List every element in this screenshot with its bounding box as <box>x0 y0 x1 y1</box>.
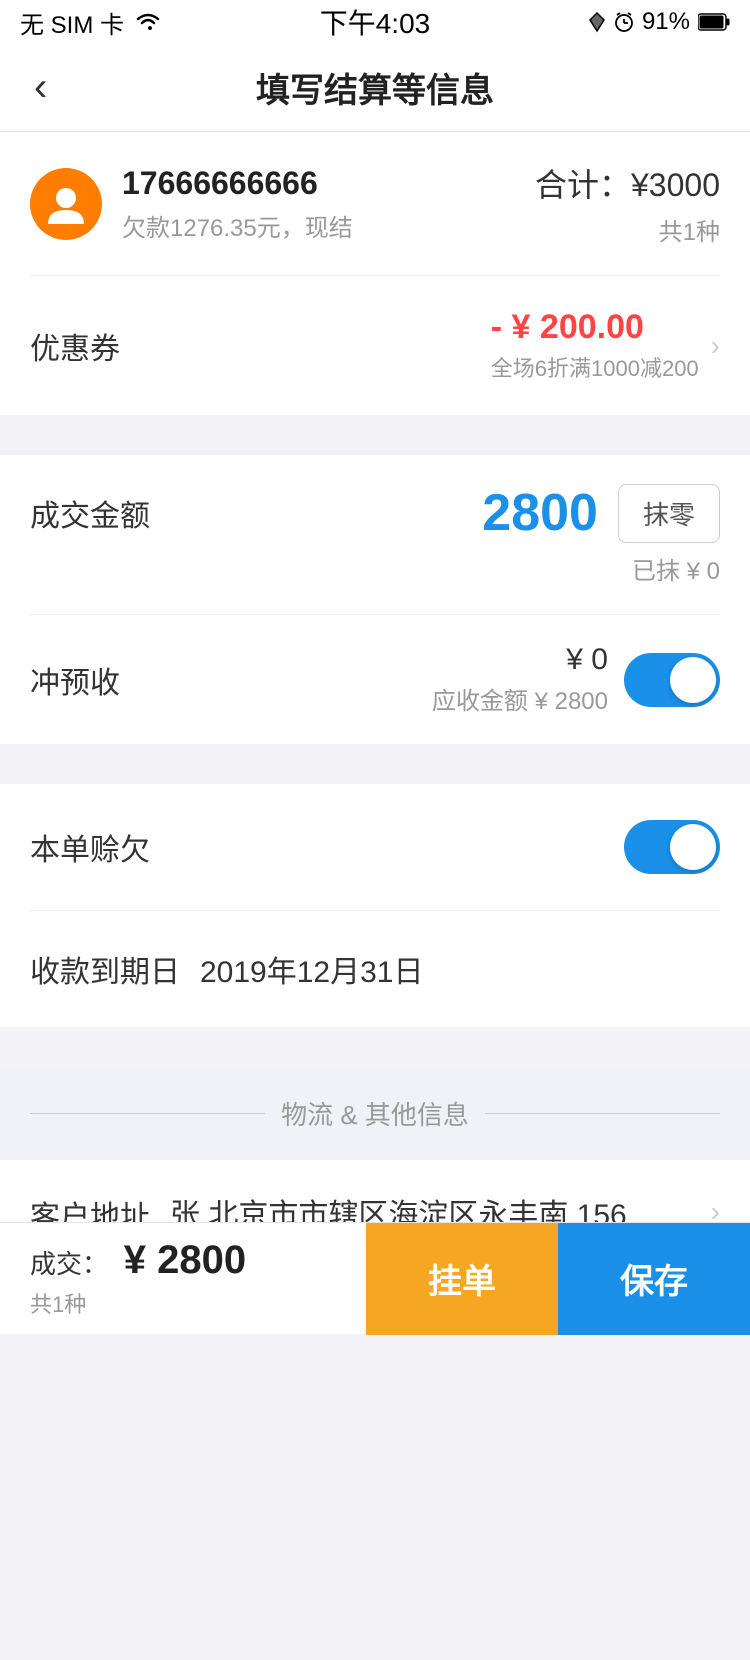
total-count: 共1种 <box>535 212 720 247</box>
bottom-total-line1: 成交： ¥ 2800 <box>30 1238 336 1283</box>
coupon-row[interactable]: 优惠券 - ¥ 200.00 全场6折满1000减200 › <box>0 276 750 415</box>
chong-sub: 应收金额 ¥ 2800 <box>432 681 608 716</box>
coupon-chevron-icon: › <box>711 330 720 362</box>
bottom-deal-label: 成交： <box>30 1249 108 1279</box>
nav-bar: ‹ 填写结算等信息 <box>0 44 750 132</box>
gray-sep-1 <box>0 435 750 455</box>
bottom-count: 共1种 <box>30 1287 336 1319</box>
date-value: 2019年12月31日 <box>200 947 423 991</box>
wifi-icon <box>134 12 162 32</box>
total-amount: 合计：¥3000 <box>535 160 720 206</box>
date-row: 收款到期日 2019年12月31日 <box>0 911 750 1027</box>
coupon-amount-group: - ¥ 200.00 全场6折满1000减200 <box>491 308 699 383</box>
user-icon <box>44 182 88 226</box>
user-total: 合计：¥3000 共1种 <box>535 160 720 247</box>
bendan-row: 本单赊欠 <box>0 784 750 910</box>
hang-button[interactable]: 挂单 <box>366 1223 558 1335</box>
user-debt: 欠款1276.35元，现结 <box>122 208 535 243</box>
bendan-card: 本单赊欠 收款到期日 2019年12月31日 <box>0 784 750 1027</box>
battery-percent: 91% <box>642 8 690 36</box>
chong-label: 冲预收 <box>30 658 120 702</box>
date-label: 收款到期日 <box>30 947 180 991</box>
bendan-label: 本单赊欠 <box>30 825 150 869</box>
location-icon <box>588 11 606 33</box>
logistics-line-left <box>30 1113 265 1114</box>
deal-card: 成交金额 2800 抹零 已抹 ¥ 0 冲预收 ¥ 0 应收金额 ¥ 2800 <box>0 455 750 744</box>
gray-sep-3 <box>0 1047 750 1067</box>
chong-amount-group: ¥ 0 应收金额 ¥ 2800 <box>432 643 608 716</box>
battery-icon <box>698 13 730 31</box>
status-left: 无 SIM 卡 <box>20 5 162 40</box>
coupon-label: 优惠券 <box>30 324 120 368</box>
deal-section: 成交金额 2800 抹零 已抹 ¥ 0 <box>0 455 750 614</box>
sim-label: 无 SIM 卡 <box>20 5 124 40</box>
status-right: 91% <box>588 8 730 36</box>
bottom-bar: 成交： ¥ 2800 共1种 挂单 保存 <box>0 1222 750 1334</box>
bottom-total: 成交： ¥ 2800 共1种 <box>0 1238 366 1319</box>
user-phone: 17666666666 <box>122 165 535 202</box>
deal-sub: 已抹 ¥ 0 <box>30 551 720 586</box>
coupon-desc: 全场6折满1000减200 <box>491 351 699 383</box>
deal-right: 2800 抹零 <box>482 483 720 543</box>
bottom-deal-amount: ¥ 2800 <box>124 1238 246 1282</box>
content-area: 17666666666 欠款1276.35元，现结 合计：¥3000 共1种 优… <box>0 132 750 1660</box>
status-bar: 无 SIM 卡 下午4:03 91% <box>0 0 750 44</box>
user-info-row: 17666666666 欠款1276.35元，现结 合计：¥3000 共1种 <box>0 132 750 275</box>
gray-sep-2 <box>0 764 750 784</box>
back-button[interactable]: ‹ <box>24 55 57 120</box>
logistics-header: 物流 & 其他信息 <box>0 1067 750 1160</box>
deal-number: 2800 <box>482 483 598 543</box>
chong-toggle[interactable] <box>624 653 720 707</box>
logistics-title: 物流 & 其他信息 <box>281 1095 469 1132</box>
round-zero-button[interactable]: 抹零 <box>618 484 720 543</box>
save-button[interactable]: 保存 <box>558 1223 750 1335</box>
chong-row: 冲预收 ¥ 0 应收金额 ¥ 2800 <box>0 615 750 744</box>
coupon-right: - ¥ 200.00 全场6折满1000减200 › <box>491 308 720 383</box>
deal-label: 成交金额 <box>30 491 150 535</box>
avatar <box>30 168 102 240</box>
user-info-card: 17666666666 欠款1276.35元，现结 合计：¥3000 共1种 优… <box>0 132 750 415</box>
user-detail: 17666666666 欠款1276.35元，现结 <box>122 165 535 243</box>
alarm-icon <box>614 11 634 33</box>
logistics-line-right <box>485 1113 720 1114</box>
status-time: 下午4:03 <box>320 2 431 42</box>
coupon-amount: - ¥ 200.00 <box>491 308 699 347</box>
chong-amount: ¥ 0 <box>432 643 608 677</box>
chong-right: ¥ 0 应收金额 ¥ 2800 <box>432 643 720 716</box>
deal-row: 成交金额 2800 抹零 <box>30 483 720 543</box>
nav-title: 填写结算等信息 <box>256 63 494 112</box>
bendan-toggle[interactable] <box>624 820 720 874</box>
gray-area-bottom <box>0 1340 750 1540</box>
